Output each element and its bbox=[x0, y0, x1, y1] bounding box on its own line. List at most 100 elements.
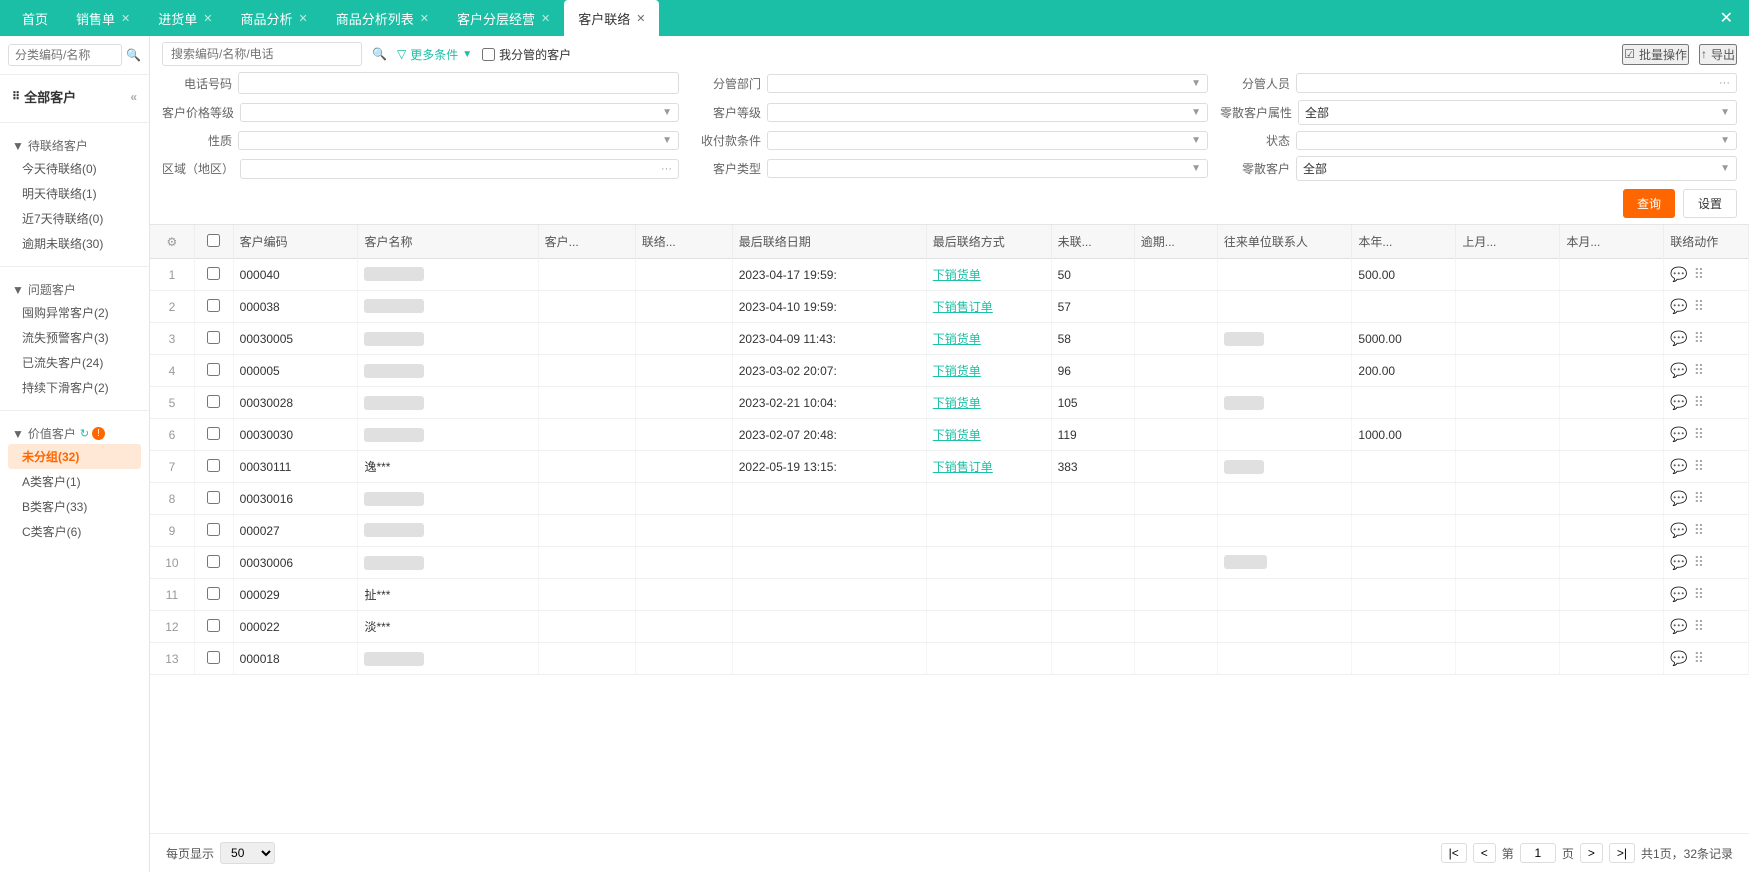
more-conditions-btn[interactable]: ▽ 更多条件 ▼ bbox=[397, 46, 472, 63]
th-name[interactable]: 客户名称 bbox=[358, 225, 538, 259]
search-icon[interactable]: 🔍 bbox=[126, 48, 141, 62]
page-number-input[interactable] bbox=[1520, 843, 1556, 863]
my-customers-checkbox[interactable] bbox=[482, 48, 495, 61]
person-select[interactable]: ··· bbox=[1296, 73, 1737, 93]
collapse-icon[interactable]: « bbox=[130, 90, 137, 104]
row-checkbox[interactable] bbox=[207, 363, 220, 376]
th-days[interactable]: 未联... bbox=[1051, 225, 1134, 259]
row-checkbox[interactable] bbox=[207, 555, 220, 568]
customer-type-select[interactable]: ▼ bbox=[767, 159, 1208, 178]
message-icon[interactable]: 💬 bbox=[1670, 618, 1687, 635]
filter-search-icon[interactable]: 🔍 bbox=[372, 47, 387, 61]
tab-customer-contact[interactable]: 客户联络 ✕ bbox=[564, 0, 659, 36]
contact-way-link[interactable]: 下销货单 bbox=[933, 396, 981, 410]
th-type[interactable]: 客户... bbox=[538, 225, 635, 259]
last-page-btn[interactable]: >| bbox=[1609, 843, 1635, 863]
grid-action-icon[interactable]: ⠿ bbox=[1694, 490, 1704, 507]
batch-ops-btn[interactable]: ☑ 批量操作 bbox=[1622, 44, 1689, 65]
first-page-btn[interactable]: |< bbox=[1441, 843, 1467, 863]
problem-customers-title[interactable]: ▼ 问题客户 bbox=[8, 277, 141, 300]
row-checkbox[interactable] bbox=[207, 491, 220, 504]
export-btn[interactable]: ↑ 导出 bbox=[1699, 44, 1737, 65]
retail-attr-select[interactable]: 全部 ▼ bbox=[1298, 100, 1737, 125]
row-checkbox[interactable] bbox=[207, 395, 220, 408]
contact-way-link[interactable]: 下销货单 bbox=[933, 332, 981, 346]
sidebar-item-declining[interactable]: 持续下滑客户(2) bbox=[8, 375, 141, 400]
sidebar-item-churn-warning[interactable]: 流失预警客户(3) bbox=[8, 325, 141, 350]
message-icon[interactable]: 💬 bbox=[1670, 298, 1687, 315]
row-checkbox[interactable] bbox=[207, 523, 220, 536]
query-button[interactable]: 查询 bbox=[1623, 189, 1675, 218]
contact-way-link[interactable]: 下销货单 bbox=[933, 268, 981, 282]
contact-way-link[interactable]: 下销售订单 bbox=[933, 300, 993, 314]
close-icon[interactable]: ✕ bbox=[299, 12, 308, 25]
th-this-month[interactable]: 本月... bbox=[1560, 225, 1664, 259]
customer-level-select[interactable]: ▼ bbox=[767, 103, 1208, 122]
row-checkbox[interactable] bbox=[207, 459, 220, 472]
per-page-select[interactable]: 50 100 bbox=[220, 842, 275, 864]
grid-action-icon[interactable]: ⠿ bbox=[1694, 586, 1704, 603]
sidebar-item-c-class[interactable]: C类客户(6) bbox=[8, 519, 141, 544]
grid-action-icon[interactable]: ⠿ bbox=[1694, 554, 1704, 571]
value-customers-title[interactable]: ▼ 价值客户 ↻ ! bbox=[8, 421, 141, 444]
row-checkbox[interactable] bbox=[207, 619, 220, 632]
th-settings[interactable]: ⚙ bbox=[150, 225, 194, 259]
message-icon[interactable]: 💬 bbox=[1670, 266, 1687, 283]
tab-analysis[interactable]: 商品分析 ✕ bbox=[226, 0, 321, 36]
close-icon[interactable]: ✕ bbox=[420, 12, 429, 25]
phone-input[interactable] bbox=[238, 72, 679, 94]
retail-select[interactable]: 全部 ▼ bbox=[1296, 156, 1737, 181]
tab-sales[interactable]: 销售单 ✕ bbox=[62, 0, 144, 36]
close-icon[interactable]: ✕ bbox=[541, 12, 550, 25]
th-last-way[interactable]: 最后联络方式 bbox=[926, 225, 1051, 259]
all-customers-header[interactable]: ⠿ 全部客户 « bbox=[8, 81, 141, 112]
message-icon[interactable]: 💬 bbox=[1670, 650, 1687, 667]
message-icon[interactable]: 💬 bbox=[1670, 522, 1687, 539]
message-icon[interactable]: 💬 bbox=[1670, 490, 1687, 507]
sidebar-item-ungrouped[interactable]: 未分组(32) bbox=[8, 444, 141, 469]
sidebar-item-today[interactable]: 今天待联络(0) bbox=[8, 156, 141, 181]
sidebar-item-overdue[interactable]: 逾期未联络(30) bbox=[8, 231, 141, 256]
sidebar-item-b-class[interactable]: B类客户(33) bbox=[8, 494, 141, 519]
message-icon[interactable]: 💬 bbox=[1670, 394, 1687, 411]
tab-purchase[interactable]: 进货单 ✕ bbox=[144, 0, 226, 36]
tab-analysis-list[interactable]: 商品分析列表 ✕ bbox=[322, 0, 443, 36]
row-checkbox[interactable] bbox=[207, 267, 220, 280]
grid-action-icon[interactable]: ⠿ bbox=[1694, 458, 1704, 475]
th-last-date[interactable]: 最后联络日期 bbox=[732, 225, 926, 259]
close-icon[interactable]: ✕ bbox=[636, 12, 645, 25]
row-checkbox[interactable] bbox=[207, 299, 220, 312]
refresh-icon[interactable]: ↻ bbox=[80, 427, 89, 440]
row-checkbox[interactable] bbox=[207, 331, 220, 344]
grid-action-icon[interactable]: ⠿ bbox=[1694, 330, 1704, 347]
grid-action-icon[interactable]: ⠿ bbox=[1694, 362, 1704, 379]
grid-action-icon[interactable]: ⠿ bbox=[1694, 426, 1704, 443]
sidebar-search-input[interactable] bbox=[8, 44, 122, 66]
grid-action-icon[interactable]: ⠿ bbox=[1694, 522, 1704, 539]
grid-action-icon[interactable]: ⠿ bbox=[1694, 618, 1704, 635]
region-select[interactable]: ··· bbox=[240, 159, 679, 179]
sidebar-item-7days[interactable]: 近7天待联络(0) bbox=[8, 206, 141, 231]
grid-action-icon[interactable]: ⠿ bbox=[1694, 650, 1704, 667]
grid-action-icon[interactable]: ⠿ bbox=[1694, 394, 1704, 411]
th-overdue[interactable]: 逾期... bbox=[1134, 225, 1217, 259]
price-level-select[interactable]: ▼ bbox=[240, 103, 679, 122]
contact-way-link[interactable]: 下销货单 bbox=[933, 364, 981, 378]
close-icon[interactable]: ✕ bbox=[121, 12, 130, 25]
tab-customer-tier[interactable]: 客户分层经营 ✕ bbox=[443, 0, 564, 36]
payment-select[interactable]: ▼ bbox=[767, 131, 1208, 150]
message-icon[interactable]: 💬 bbox=[1670, 362, 1687, 379]
message-icon[interactable]: 💬 bbox=[1670, 458, 1687, 475]
th-code[interactable]: 客户编码 bbox=[233, 225, 358, 259]
select-all-checkbox[interactable] bbox=[207, 234, 220, 247]
tab-home[interactable]: 首页 bbox=[8, 0, 62, 36]
contact-way-link[interactable]: 下销售订单 bbox=[933, 460, 993, 474]
row-checkbox[interactable] bbox=[207, 427, 220, 440]
pending-contact-title[interactable]: ▼ 待联络客户 bbox=[8, 133, 141, 156]
sidebar-item-churned[interactable]: 已流失客户(24) bbox=[8, 350, 141, 375]
message-icon[interactable]: 💬 bbox=[1670, 554, 1687, 571]
th-person[interactable]: 往来单位联系人 bbox=[1217, 225, 1351, 259]
search-input[interactable] bbox=[162, 42, 362, 66]
th-year[interactable]: 本年... bbox=[1352, 225, 1456, 259]
sidebar-item-hoarding[interactable]: 囤购异常客户(2) bbox=[8, 300, 141, 325]
